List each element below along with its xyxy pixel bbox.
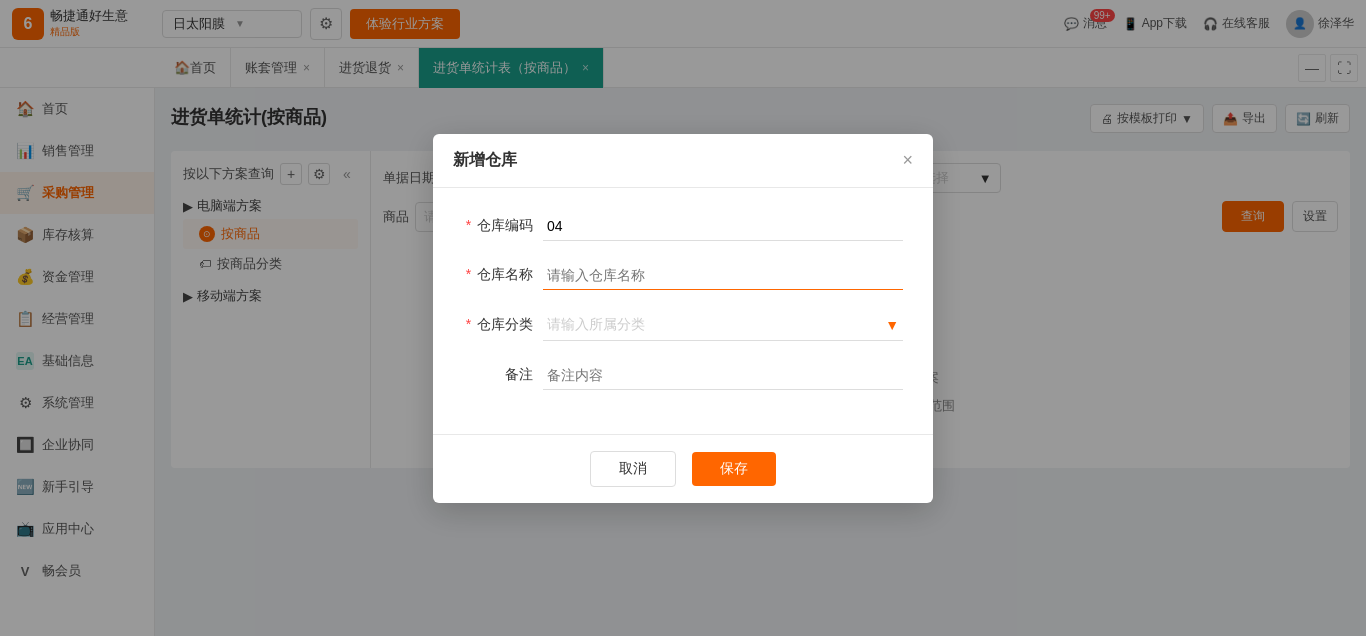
warehouse-code-field: * 仓库编码: [463, 212, 903, 241]
warehouse-name-input[interactable]: [543, 261, 903, 290]
warehouse-category-select[interactable]: 请输入所属分类 ▼: [543, 310, 903, 341]
required-star-code: *: [466, 217, 471, 233]
category-select-arrow: ▼: [885, 317, 899, 333]
warehouse-category-label: * 仓库分类: [463, 316, 543, 334]
category-placeholder: 请输入所属分类: [547, 316, 645, 334]
modal-new-warehouse: 新增仓库 × * 仓库编码 * 仓库名称: [433, 134, 933, 503]
modal-title: 新增仓库: [453, 150, 517, 171]
warehouse-code-input[interactable]: [543, 212, 903, 241]
modal-footer: 取消 保存: [433, 434, 933, 503]
warehouse-name-field: * 仓库名称: [463, 261, 903, 290]
warehouse-name-label: * 仓库名称: [463, 266, 543, 284]
modal-body: * 仓库编码 * 仓库名称 * 仓库分类 请输入所属: [433, 188, 933, 434]
required-star-name: *: [466, 266, 471, 282]
warehouse-category-field: * 仓库分类 请输入所属分类 ▼: [463, 310, 903, 341]
save-button[interactable]: 保存: [692, 452, 776, 486]
cancel-button[interactable]: 取消: [590, 451, 676, 487]
warehouse-remark-label: 备注: [463, 366, 543, 384]
warehouse-remark-input[interactable]: [543, 361, 903, 390]
warehouse-remark-field: 备注: [463, 361, 903, 390]
warehouse-code-label: * 仓库编码: [463, 217, 543, 235]
required-star-category: *: [466, 316, 471, 332]
modal-header: 新增仓库 ×: [433, 134, 933, 188]
modal-close-button[interactable]: ×: [902, 151, 913, 169]
modal-overlay[interactable]: 新增仓库 × * 仓库编码 * 仓库名称: [0, 0, 1366, 636]
